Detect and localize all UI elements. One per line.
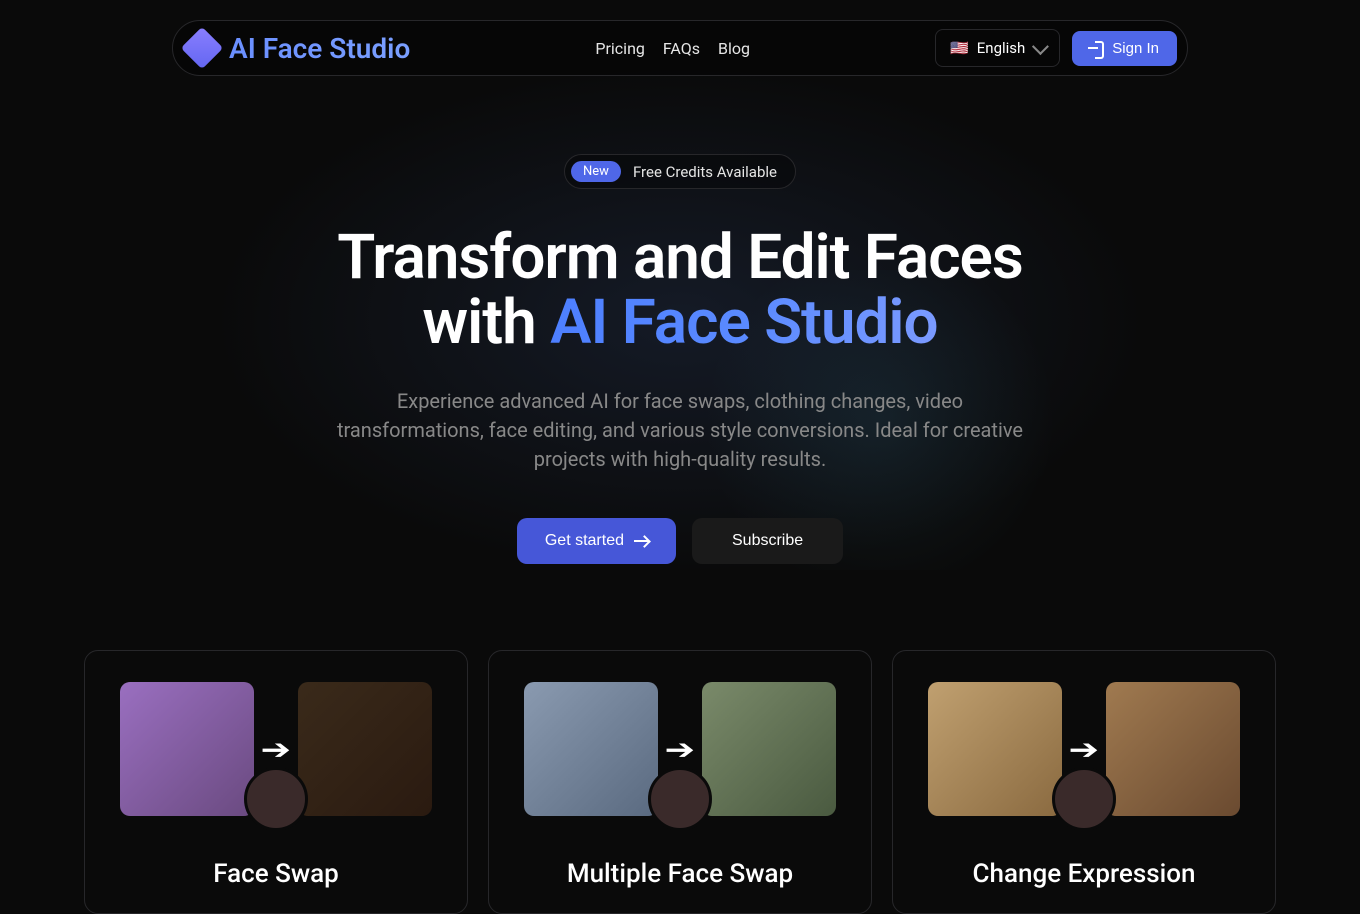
main-nav: Pricing FAQs Blog xyxy=(595,39,750,58)
arrow-icon: ➔ xyxy=(1069,733,1100,766)
arrow-icon: ➔ xyxy=(261,733,292,766)
announcement-text: Free Credits Available xyxy=(633,163,777,181)
feature-cards-row: ➔ Face Swap ➔ Multiple Face Swap ➔ Chan xyxy=(84,650,1276,914)
card-images: ➔ xyxy=(507,669,853,829)
language-selector[interactable]: 🇺🇸 English xyxy=(935,29,1060,67)
result-image xyxy=(298,682,432,816)
card-multiple-face-swap[interactable]: ➔ Multiple Face Swap xyxy=(488,650,872,914)
hero-title: Transform and Edit Faces with AI Face St… xyxy=(0,225,1360,355)
get-started-label: Get started xyxy=(545,532,624,550)
source-image xyxy=(120,682,254,816)
announcement-pill[interactable]: New Free Credits Available xyxy=(564,154,796,189)
hero-section: New Free Credits Available Transform and… xyxy=(0,76,1360,564)
overlay-face-icon xyxy=(1052,767,1116,831)
header-right: 🇺🇸 English Sign In xyxy=(935,29,1177,67)
chevron-down-icon xyxy=(1032,38,1049,55)
subscribe-button[interactable]: Subscribe xyxy=(692,518,843,564)
hero-title-line1: Transform and Edit Faces xyxy=(337,221,1023,294)
result-image xyxy=(1106,682,1240,816)
flag-icon: 🇺🇸 xyxy=(950,39,969,57)
logo-cube-icon xyxy=(181,27,223,69)
hero-description: Experience advanced AI for face swaps, c… xyxy=(330,387,1030,474)
sign-in-icon xyxy=(1090,41,1104,55)
source-image xyxy=(524,682,658,816)
sign-in-label: Sign In xyxy=(1112,40,1159,57)
overlay-face-icon xyxy=(244,767,308,831)
header: AI Face Studio Pricing FAQs Blog 🇺🇸 Engl… xyxy=(172,20,1188,76)
card-images: ➔ xyxy=(911,669,1257,829)
get-started-button[interactable]: Get started xyxy=(517,518,676,564)
hero-actions: Get started Subscribe xyxy=(0,518,1360,564)
card-images: ➔ xyxy=(103,669,449,829)
sign-in-button[interactable]: Sign In xyxy=(1072,31,1177,66)
nav-pricing[interactable]: Pricing xyxy=(595,39,645,58)
arrow-right-icon xyxy=(634,540,648,542)
arrow-icon: ➔ xyxy=(665,733,696,766)
new-badge: New xyxy=(571,161,621,182)
card-change-expression[interactable]: ➔ Change Expression xyxy=(892,650,1276,914)
card-title: Change Expression xyxy=(911,859,1257,889)
language-label: English xyxy=(977,39,1026,57)
card-title: Face Swap xyxy=(103,859,449,889)
hero-title-highlight: AI Face Studio xyxy=(550,286,937,359)
brand-logo[interactable]: AI Face Studio xyxy=(187,32,410,65)
card-title: Multiple Face Swap xyxy=(507,859,853,889)
brand-name: AI Face Studio xyxy=(229,32,410,65)
result-image xyxy=(702,682,836,816)
source-image xyxy=(928,682,1062,816)
overlay-face-icon xyxy=(648,767,712,831)
nav-faqs[interactable]: FAQs xyxy=(663,39,700,58)
card-face-swap[interactable]: ➔ Face Swap xyxy=(84,650,468,914)
hero-title-prefix: with xyxy=(422,286,550,359)
nav-blog[interactable]: Blog xyxy=(718,39,750,58)
